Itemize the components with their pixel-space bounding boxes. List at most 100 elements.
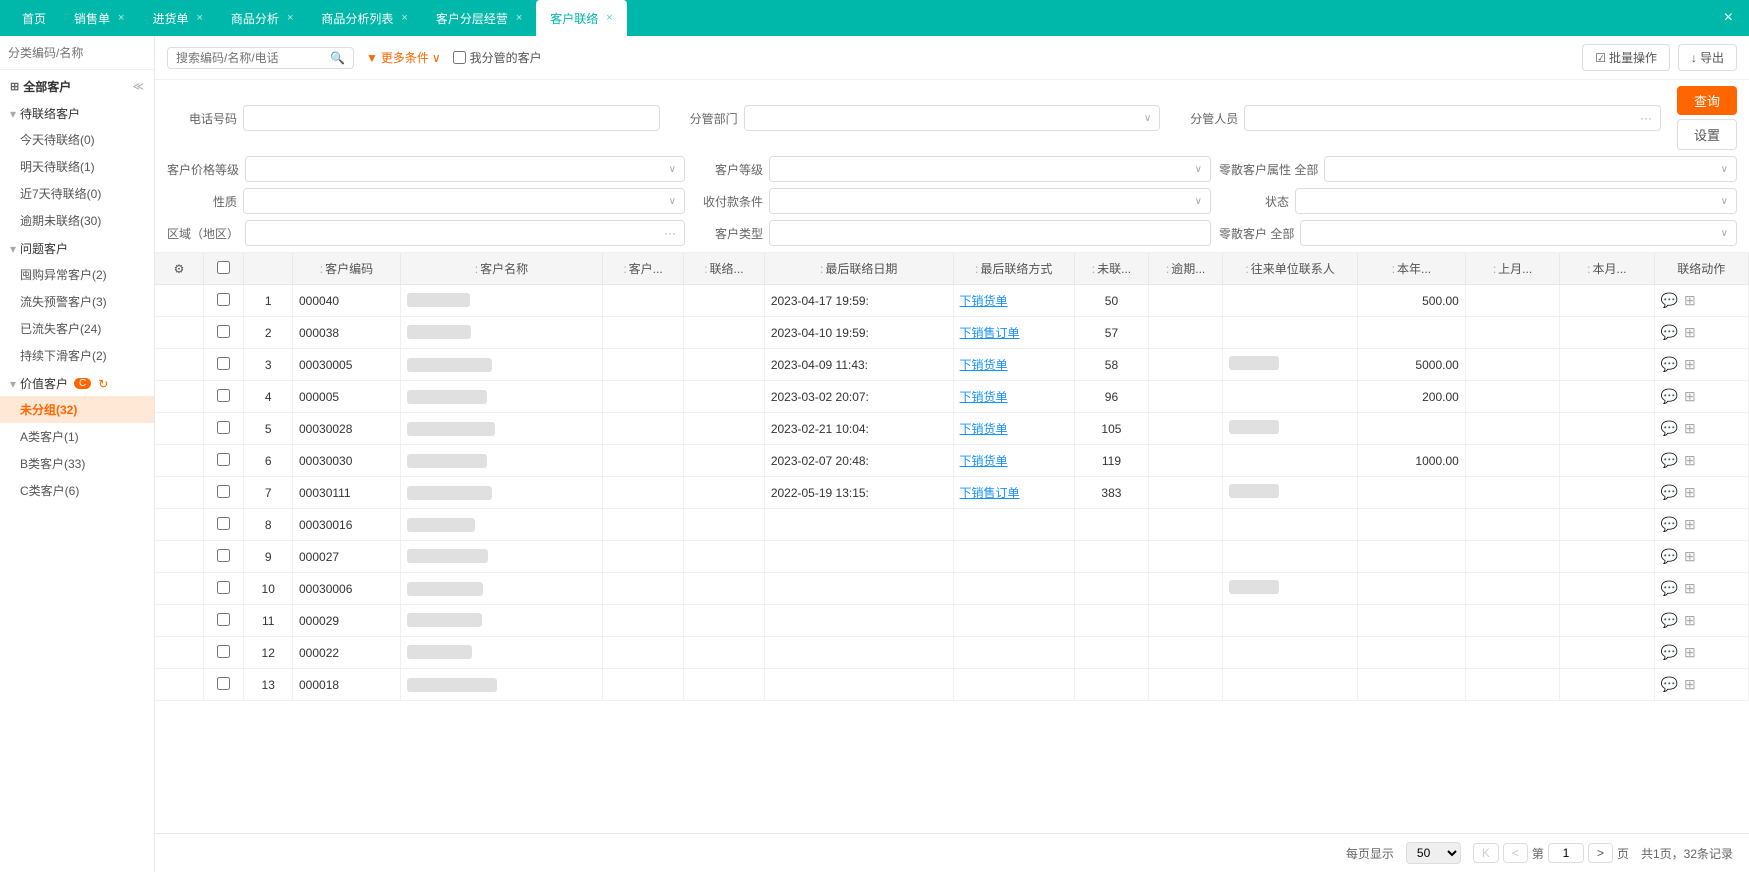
payment-select[interactable]: ∨ [769,188,1211,214]
sidebar-item-tomorrow-pending[interactable]: 明天待联络(1) [0,153,154,180]
sales-tab-close[interactable]: × [118,12,124,24]
last-way-link[interactable]: 下销货单 [960,454,1008,468]
grid-action-icon[interactable]: ⊞ [1684,580,1696,597]
chat-icon[interactable]: 💬 [1661,484,1678,501]
sidebar-item-a-tier[interactable]: A类客户(1) [0,423,154,450]
col-setting[interactable]: ⚙ [155,253,204,285]
row-checkbox[interactable] [217,389,230,402]
more-conditions-button[interactable]: ▼ 更多条件 ∨ [366,49,441,66]
person-select[interactable]: ··· [1244,105,1661,131]
chat-icon[interactable]: 💬 [1661,580,1678,597]
sidebar-item-ungrouped[interactable]: 未分组(32) [0,396,154,423]
customer-level-select[interactable]: ∨ [769,156,1211,182]
last-way-link[interactable]: 下销货单 [960,422,1008,436]
nav-tab-home[interactable]: 首页 [8,0,60,36]
query-button[interactable]: 查询 [1677,86,1737,115]
row-checkbox[interactable] [217,581,230,594]
chat-icon[interactable]: 💬 [1661,420,1678,437]
grid-action-icon[interactable]: ⊞ [1684,324,1696,341]
chat-icon[interactable]: 💬 [1661,548,1678,565]
grid-action-icon[interactable]: ⊞ [1684,484,1696,501]
sidebar-item-churn-warning[interactable]: 流失预警客户(3) [0,288,154,315]
chat-icon[interactable]: 💬 [1661,676,1678,693]
grid-action-icon[interactable]: ⊞ [1684,452,1696,469]
last-way-link[interactable]: 下销货单 [960,358,1008,372]
sidebar-item-b-tier[interactable]: B类客户(33) [0,450,154,477]
row-check-cell[interactable] [204,349,244,381]
last-way-link[interactable]: 下销售订单 [960,326,1020,340]
nav-tab-customer-tier[interactable]: 客户分层经营 × [422,0,536,36]
reset-button[interactable]: 设置 [1677,119,1737,150]
nav-tab-customer-contact[interactable]: 客户联络 × [536,0,626,36]
row-check-cell[interactable] [204,445,244,477]
chat-icon[interactable]: 💬 [1661,452,1678,469]
row-checkbox[interactable] [217,517,230,530]
page-input[interactable] [1548,843,1584,863]
row-check-cell[interactable] [204,669,244,701]
cust-type-select[interactable] [769,220,1211,246]
prev-page-button[interactable]: < [1503,843,1528,863]
chat-icon[interactable]: 💬 [1661,388,1678,405]
sidebar-item-declining[interactable]: 持续下滑客户(2) [0,342,154,369]
row-checkbox[interactable] [217,357,230,370]
first-page-button[interactable]: K [1473,843,1499,863]
row-check-cell[interactable] [204,509,244,541]
refresh-icon[interactable]: ↻ [98,377,108,391]
export-button[interactable]: ↓ 导出 [1678,44,1737,71]
sidebar-item-hoarding-abnormal[interactable]: 囤购异常客户(2) [0,261,154,288]
dept-select[interactable]: ∨ [744,105,1161,131]
chat-icon[interactable]: 💬 [1661,324,1678,341]
nav-tab-product-analysis[interactable]: 商品分析 × [217,0,307,36]
purchase-tab-close[interactable]: × [196,12,202,24]
row-check-cell[interactable] [204,541,244,573]
grid-action-icon[interactable]: ⊞ [1684,644,1696,661]
status-select[interactable]: ∨ [1295,188,1737,214]
row-check-cell[interactable] [204,381,244,413]
retail-cust-select[interactable]: ∨ [1300,220,1737,246]
row-checkbox[interactable] [217,613,230,626]
sidebar-search-input[interactable] [8,46,155,60]
close-all-tabs-button[interactable]: × [1716,9,1741,27]
row-checkbox[interactable] [217,325,230,338]
nav-tab-sales[interactable]: 销售单 × [60,0,138,36]
last-way-link[interactable]: 下销货单 [960,294,1008,308]
row-check-cell[interactable] [204,605,244,637]
product-analysis-list-tab-close[interactable]: × [401,12,407,24]
last-way-link[interactable]: 下销货单 [960,390,1008,404]
row-checkbox[interactable] [217,677,230,690]
row-checkbox[interactable] [217,293,230,306]
grid-action-icon[interactable]: ⊞ [1684,516,1696,533]
sidebar-item-today-pending[interactable]: 今天待联络(0) [0,126,154,153]
row-check-cell[interactable] [204,285,244,317]
select-all-checkbox[interactable] [217,261,230,274]
row-checkbox[interactable] [217,645,230,658]
row-check-cell[interactable] [204,477,244,509]
grid-action-icon[interactable]: ⊞ [1684,388,1696,405]
sidebar-value-header[interactable]: ▾ 价值客户 C ↻ [0,369,154,396]
last-way-link[interactable]: 下销售订单 [960,486,1020,500]
batch-operation-button[interactable]: ☑ 批量操作 [1582,44,1670,71]
next-page-button[interactable]: > [1588,843,1613,863]
nav-tab-purchase[interactable]: 进货单 × [138,0,216,36]
phone-input[interactable] [243,105,660,131]
row-checkbox[interactable] [217,421,230,434]
sidebar-item-c-tier[interactable]: C类客户(6) [0,477,154,504]
per-page-select[interactable]: 50 100 200 [1406,842,1461,864]
my-customers-checkbox[interactable] [453,51,466,64]
row-checkbox[interactable] [217,549,230,562]
grid-action-icon[interactable]: ⊞ [1684,676,1696,693]
row-check-cell[interactable] [204,317,244,349]
price-tier-select[interactable]: ∨ [245,156,685,182]
row-check-cell[interactable] [204,413,244,445]
customer-contact-tab-close[interactable]: × [606,12,612,24]
row-check-cell[interactable] [204,573,244,605]
grid-action-icon[interactable]: ⊞ [1684,420,1696,437]
grid-action-icon[interactable]: ⊞ [1684,548,1696,565]
row-check-cell[interactable] [204,637,244,669]
sidebar-item-churned[interactable]: 已流失客户(24) [0,315,154,342]
customer-tier-tab-close[interactable]: × [516,12,522,24]
sidebar-problem-header[interactable]: ▾ 问题客户 [0,234,154,261]
chat-icon[interactable]: 💬 [1661,356,1678,373]
grid-action-icon[interactable]: ⊞ [1684,612,1696,629]
sidebar-item-7days-pending[interactable]: 近7天待联络(0) [0,180,154,207]
